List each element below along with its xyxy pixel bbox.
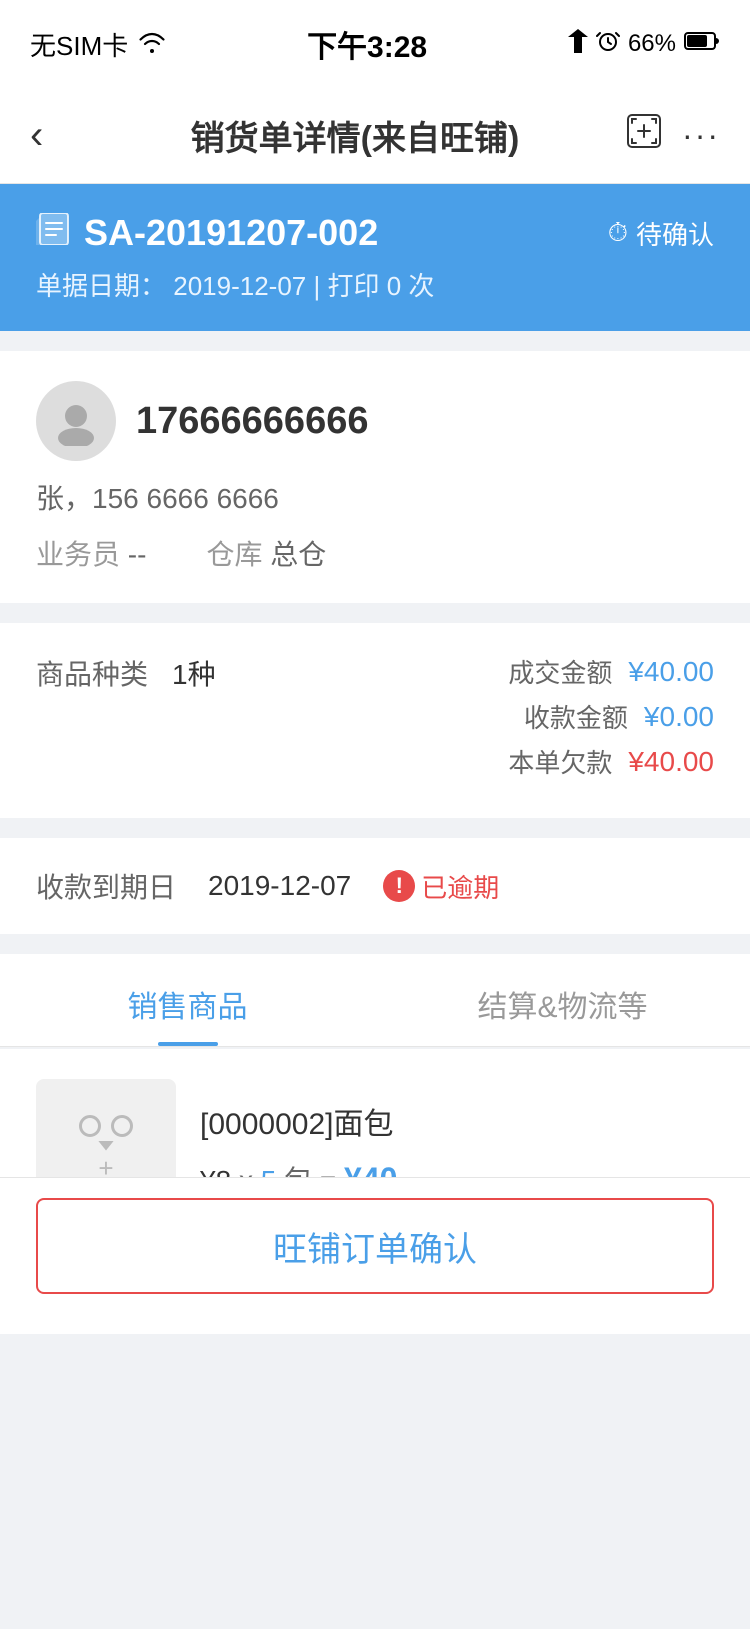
- location-icon: [568, 29, 588, 60]
- back-button[interactable]: ‹: [30, 113, 90, 158]
- due-label: 收款到期日: [36, 866, 176, 906]
- received-value: ¥0.00: [644, 701, 714, 733]
- status-time: 下午3:28: [307, 22, 427, 66]
- order-date: 单据日期： 2019-12-07 | 打印 0 次: [36, 266, 714, 303]
- order-header: SA-20191207-002 ⏱ 待确认 单据日期： 2019-12-07 |…: [0, 184, 750, 331]
- customer-card: 17666666666 张，156 6666 6666 业务员 -- 仓库 总仓: [0, 351, 750, 603]
- tab-products[interactable]: 销售商品: [0, 954, 375, 1046]
- alarm-icon: [596, 29, 620, 60]
- customer-meta: 业务员 -- 仓库 总仓: [36, 533, 714, 573]
- nav-bar: ‹ 销货单详情(来自旺铺) ···: [0, 88, 750, 184]
- battery-icon: [684, 30, 720, 58]
- bottom-spacer: [0, 1469, 750, 1629]
- summary-right: 成交金额 ¥40.00 收款金额 ¥0.00 本单欠款 ¥40.00: [508, 653, 714, 788]
- confirm-order-button[interactable]: 旺铺订单确认: [36, 1198, 714, 1294]
- order-icon: [36, 212, 72, 254]
- product-image-placeholder: +: [79, 1115, 133, 1184]
- received-label: 收款金额: [524, 698, 628, 735]
- order-id: SA-20191207-002: [36, 212, 378, 254]
- product-type-label: 商品种类: [36, 653, 148, 693]
- overdue-badge: ! 已逾期: [383, 868, 499, 905]
- summary-left: 商品种类 1种: [36, 653, 216, 693]
- nav-actions: ···: [620, 113, 720, 158]
- sales-label: 业务员: [36, 539, 120, 570]
- product-name: [0000002]面包: [200, 1099, 714, 1143]
- order-status: ⏱ 待确认: [608, 215, 714, 252]
- status-left: 无SIM卡: [30, 26, 166, 63]
- due-date-value: 2019-12-07: [208, 870, 351, 902]
- debt-value: ¥40.00: [628, 746, 714, 778]
- customer-phone: 17666666666: [136, 400, 368, 443]
- overdue-text: 已逾期: [421, 868, 499, 905]
- product-type-value: 1种: [172, 653, 216, 693]
- page-title: 销货单详情(来自旺铺): [90, 111, 620, 160]
- avatar: [36, 381, 116, 461]
- due-date-card: 收款到期日 2019-12-07 ! 已逾期: [0, 838, 750, 934]
- wifi-icon: [138, 29, 166, 60]
- amount-value: ¥40.00: [628, 656, 714, 688]
- carrier-text: 无SIM卡: [30, 26, 128, 63]
- status-right: 66%: [568, 29, 720, 60]
- amount-label: 成交金额: [508, 653, 612, 690]
- more-icon[interactable]: ···: [682, 117, 720, 154]
- tabs-container: 销售商品 结算&物流等: [0, 954, 750, 1047]
- debt-label: 本单欠款: [508, 743, 612, 780]
- customer-name: 张，156 6666 6666: [36, 477, 714, 517]
- bottom-bar: 旺铺订单确认: [0, 1177, 750, 1334]
- tab-settlement[interactable]: 结算&物流等: [375, 954, 750, 1046]
- status-clock-icon: ⏱: [608, 217, 628, 249]
- tabs: 销售商品 结算&物流等: [0, 954, 750, 1047]
- share-icon[interactable]: [626, 113, 662, 158]
- summary-card: 商品种类 1种 成交金额 ¥40.00 收款金额 ¥0.00 本单欠款 ¥40.…: [0, 623, 750, 818]
- battery-text: 66%: [628, 30, 676, 58]
- warehouse-label: 仓库: [206, 539, 262, 570]
- overdue-icon: !: [383, 870, 415, 902]
- status-bar: 无SIM卡 下午3:28 66%: [0, 0, 750, 88]
